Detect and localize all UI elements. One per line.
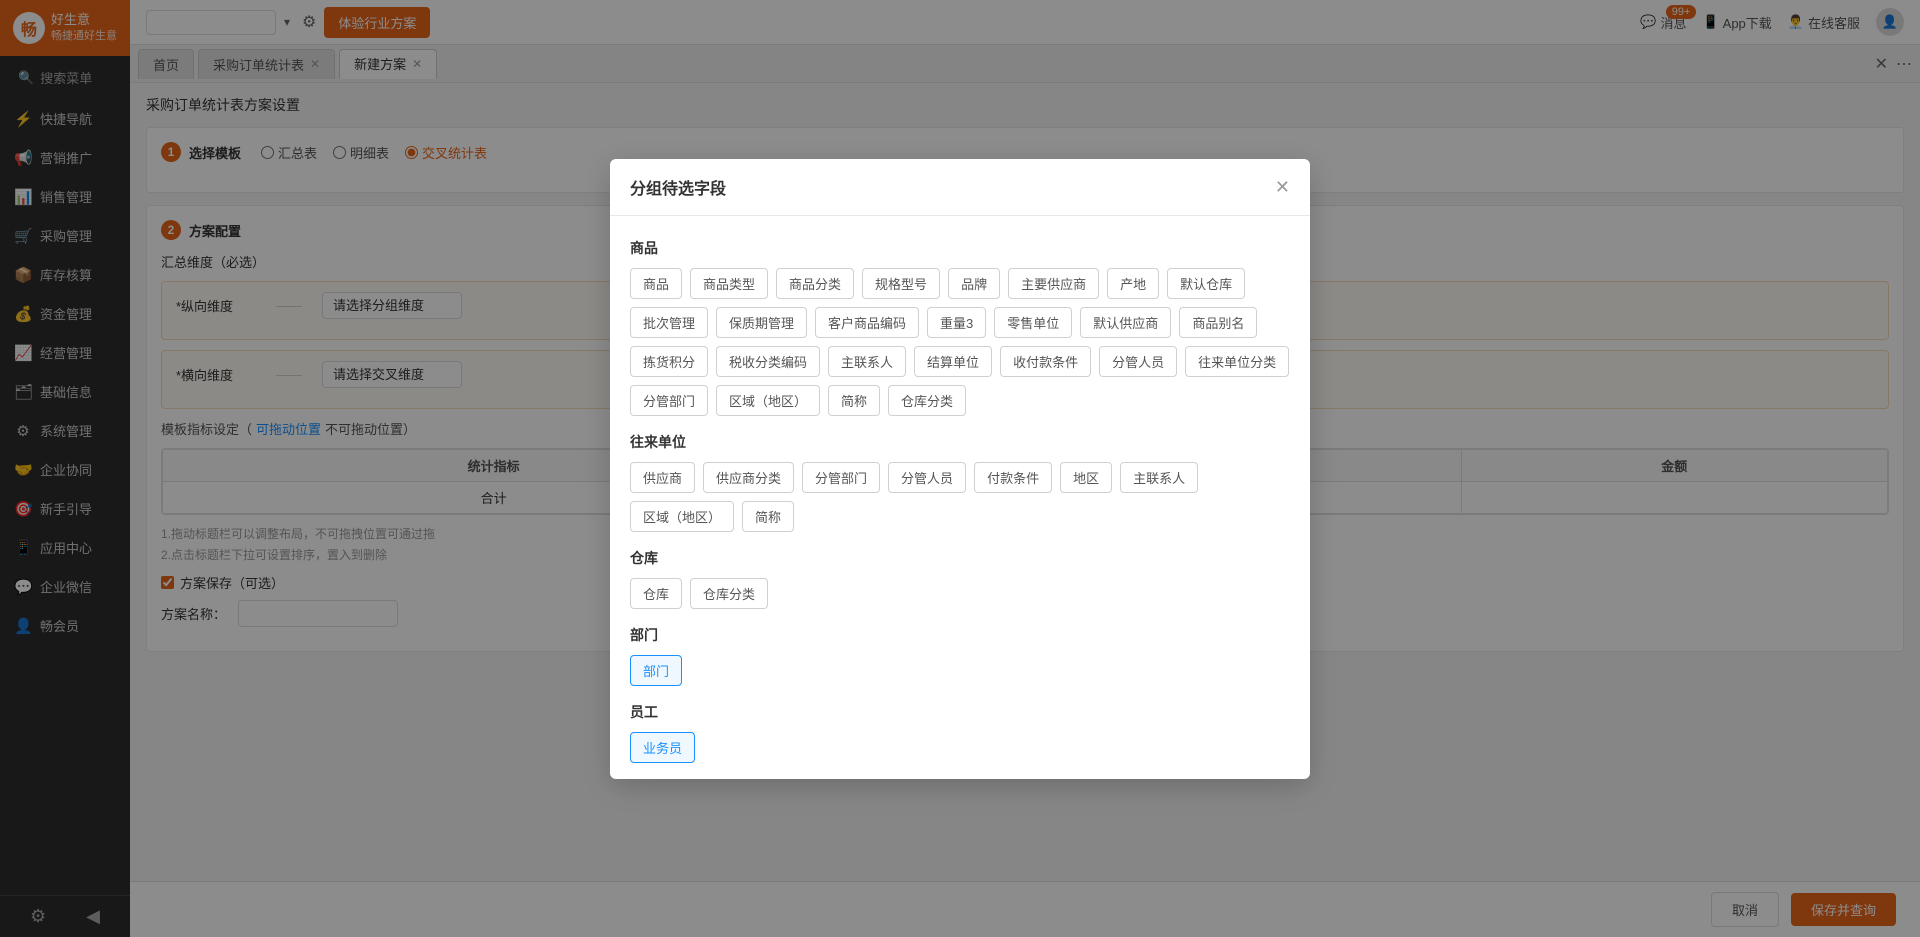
section-fields-warehouse: 仓库仓库分类 (630, 578, 1290, 609)
field-tag-goods-category[interactable]: 商品分类 (776, 268, 854, 299)
field-tag-abbr2[interactable]: 简称 (742, 501, 794, 532)
field-tag-manage-dept[interactable]: 分管部门 (630, 385, 708, 416)
field-select-modal: 分组待选字段 ✕ 商品商品商品类型商品分类规格型号品牌主要供应商产地默认仓库批次… (610, 159, 1310, 779)
field-tag-pick-score[interactable]: 拣货积分 (630, 346, 708, 377)
section-title-warehouse: 仓库 (630, 548, 1290, 568)
field-tag-brand[interactable]: 品牌 (948, 268, 1000, 299)
field-tag-expiry-mgmt[interactable]: 保质期管理 (716, 307, 807, 338)
section-title-employee: 员工 (630, 702, 1290, 722)
section-title-goods: 商品 (630, 238, 1290, 258)
field-tag-warehouse[interactable]: 仓库 (630, 578, 682, 609)
field-tag-dept-mgr[interactable]: 分管人员 (888, 462, 966, 493)
field-tag-payment-cond[interactable]: 付款条件 (974, 462, 1052, 493)
field-tag-supplier[interactable]: 供应商 (630, 462, 695, 493)
field-tag-manager[interactable]: 分管人员 (1099, 346, 1177, 377)
field-tag-main-contact[interactable]: 主联系人 (828, 346, 906, 377)
field-tag-tax-code[interactable]: 税收分类编码 (716, 346, 820, 377)
field-tag-payment-terms[interactable]: 收付款条件 (1000, 346, 1091, 377)
field-tag-batch-mgmt[interactable]: 批次管理 (630, 307, 708, 338)
field-tag-region[interactable]: 地区 (1060, 462, 1112, 493)
field-tag-abbr[interactable]: 简称 (828, 385, 880, 416)
field-tag-dept[interactable]: 分管部门 (802, 462, 880, 493)
section-title-dept: 部门 (630, 625, 1290, 645)
section-fields-dept: 部门 (630, 655, 1290, 686)
field-tag-settle-unit[interactable]: 结算单位 (914, 346, 992, 377)
field-tag-customer-code[interactable]: 客户商品编码 (815, 307, 919, 338)
field-tag-goods[interactable]: 商品 (630, 268, 682, 299)
field-tag-from-unit-category[interactable]: 往来单位分类 (1185, 346, 1289, 377)
field-tag-supplier-category[interactable]: 供应商分类 (703, 462, 794, 493)
field-tag-retail-unit[interactable]: 零售单位 (994, 307, 1072, 338)
field-tag-department[interactable]: 部门 (630, 655, 682, 686)
section-title-partner: 往来单位 (630, 432, 1290, 452)
section-fields-employee: 业务员 (630, 732, 1290, 763)
section-fields-goods: 商品商品类型商品分类规格型号品牌主要供应商产地默认仓库批次管理保质期管理客户商品… (630, 268, 1290, 416)
modal-overlay: 分组待选字段 ✕ 商品商品商品类型商品分类规格型号品牌主要供应商产地默认仓库批次… (0, 0, 1920, 937)
field-tag-partner-contact[interactable]: 主联系人 (1120, 462, 1198, 493)
field-tag-spec-type[interactable]: 规格型号 (862, 268, 940, 299)
field-tag-warehouse-category[interactable]: 仓库分类 (888, 385, 966, 416)
field-tag-alias[interactable]: 商品别名 (1179, 307, 1257, 338)
section-fields-partner: 供应商供应商分类分管部门分管人员付款条件地区主联系人区域（地区） 简称 (630, 462, 1290, 532)
field-tag-region2[interactable]: 区域（地区） (630, 501, 734, 532)
field-tag-warehouse-cat[interactable]: 仓库分类 (690, 578, 768, 609)
modal-title: 分组待选字段 (630, 175, 726, 199)
field-tag-default-warehouse[interactable]: 默认仓库 (1167, 268, 1245, 299)
field-tag-weight3[interactable]: 重量3 (927, 307, 986, 338)
field-tag-region-goods[interactable]: 区域（地区） (716, 385, 820, 416)
field-tag-main-supplier[interactable]: 主要供应商 (1008, 268, 1099, 299)
modal-close-btn[interactable]: ✕ (1275, 178, 1290, 196)
modal-body[interactable]: 商品商品商品类型商品分类规格型号品牌主要供应商产地默认仓库批次管理保质期管理客户… (610, 216, 1310, 779)
field-tag-origin[interactable]: 产地 (1107, 268, 1159, 299)
field-tag-salesperson[interactable]: 业务员 (630, 732, 695, 763)
modal-header: 分组待选字段 ✕ (610, 159, 1310, 216)
field-tag-goods-type[interactable]: 商品类型 (690, 268, 768, 299)
field-tag-default-supplier[interactable]: 默认供应商 (1080, 307, 1171, 338)
modal-sections: 商品商品商品类型商品分类规格型号品牌主要供应商产地默认仓库批次管理保质期管理客户… (630, 238, 1290, 779)
